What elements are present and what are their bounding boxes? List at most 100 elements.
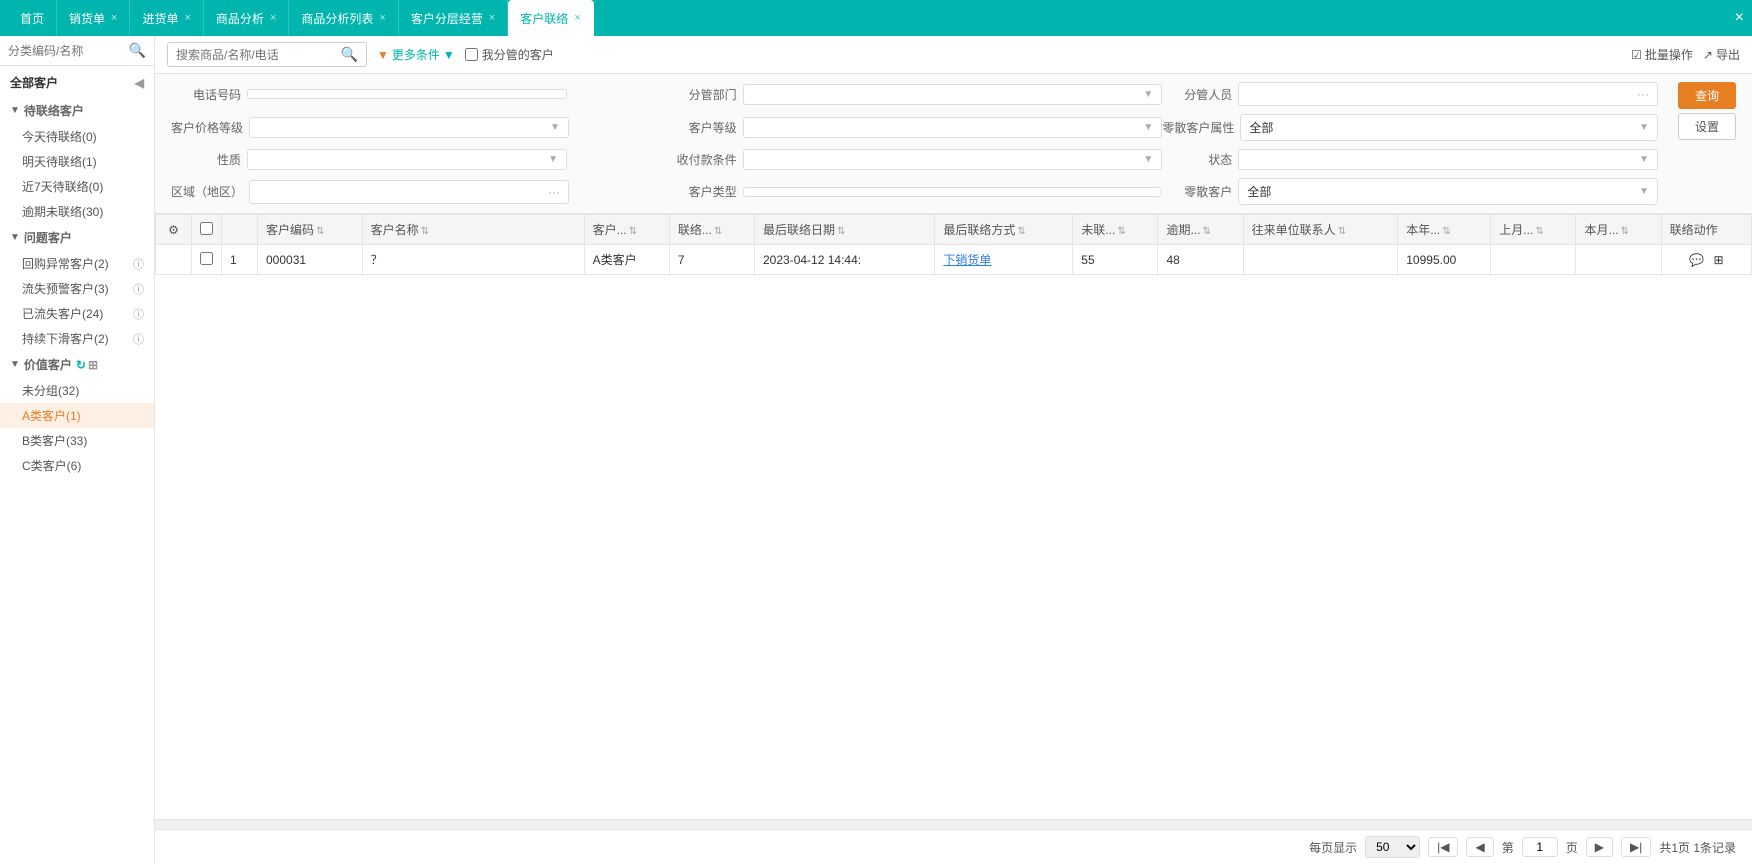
sidebar-item-class-c[interactable]: C类客户(6) xyxy=(0,453,154,478)
sidebar-item-unclassified[interactable]: 未分组(32) xyxy=(0,378,154,403)
col-name[interactable]: 客户名称⇅ xyxy=(362,215,584,245)
col-this-month[interactable]: 本月...⇅ xyxy=(1576,215,1661,245)
link-icon[interactable]: ⊞ xyxy=(1713,253,1723,267)
page-input[interactable] xyxy=(1522,837,1558,857)
col-overdue[interactable]: 逾期...⇅ xyxy=(1158,215,1243,245)
section-pending-contact[interactable]: ▼ 待联络客户 xyxy=(0,97,154,124)
info-icon-3: ⓘ xyxy=(133,306,144,322)
sidebar-item-class-b[interactable]: B类客户(33) xyxy=(0,428,154,453)
sidebar-collapse-icon[interactable]: ◀ xyxy=(135,76,144,90)
my-customers-check-input[interactable] xyxy=(465,48,478,61)
section-pending-arrow: ▼ xyxy=(10,105,20,116)
refresh-icon[interactable]: ↻ xyxy=(76,358,86,372)
customer-type-input[interactable] xyxy=(743,187,1163,197)
main-layout: 🔍 全部客户 ◀ ▼ 待联络客户 今天待联络(0) 明天待联络(1) 近7天待联… xyxy=(0,36,1752,864)
add-group-icon[interactable]: ⊞ xyxy=(88,358,98,372)
filter-search-input[interactable] xyxy=(176,48,341,62)
cell-checkbox[interactable] xyxy=(192,245,222,275)
close-product-list-icon[interactable]: × xyxy=(379,12,385,24)
col-last-month[interactable]: 上月...⇅ xyxy=(1491,215,1576,245)
nav-tab-sales[interactable]: 销货单 × xyxy=(57,0,130,36)
sidebar-search-input[interactable] xyxy=(8,44,129,58)
settings-button[interactable]: 设置 xyxy=(1678,113,1736,140)
nav-tab-product-analysis[interactable]: 商品分析 × xyxy=(204,0,289,36)
close-all-icon[interactable]: × xyxy=(1735,9,1744,27)
chat-icon[interactable]: 💬 xyxy=(1689,253,1704,267)
table-body: 1 000031 ？ A类客户 7 2023-04-12 14:44: 下销货单… xyxy=(156,245,1752,275)
cell-action[interactable]: 💬 ⊞ xyxy=(1661,245,1751,275)
phone-input[interactable] xyxy=(247,89,567,99)
export-btn[interactable]: ↗ 导出 xyxy=(1703,46,1740,63)
col-contact[interactable]: 联络...⇅ xyxy=(669,215,754,245)
table-row: 1 000031 ？ A类客户 7 2023-04-12 14:44: 下销货单… xyxy=(156,245,1752,275)
sidebar-item-class-a[interactable]: A类客户(1) xyxy=(0,403,154,428)
filter-search-box[interactable]: 🔍 xyxy=(167,42,367,67)
sidebar-item-today[interactable]: 今天待联络(0) xyxy=(0,124,154,149)
row-checkbox[interactable] xyxy=(200,252,213,265)
sidebar-search[interactable]: 🔍 xyxy=(0,36,154,66)
person-input[interactable]: ··· xyxy=(1238,82,1658,106)
table-header-row: ⚙ 客户编码⇅ 客户名称⇅ 客户...⇅ 联络...⇅ 最后联络日期⇅ 最后联络… xyxy=(156,215,1752,245)
col-last-method[interactable]: 最后联络方式⇅ xyxy=(935,215,1073,245)
sidebar-item-7days[interactable]: 近7天待联络(0) xyxy=(0,174,154,199)
sort-this-year-icon: ⇅ xyxy=(1442,226,1450,237)
all-customers-label: 全部客户 xyxy=(10,74,58,91)
col-type[interactable]: 客户...⇅ xyxy=(584,215,669,245)
col-checkbox[interactable] xyxy=(192,215,222,245)
sidebar-item-class-b-label: B类客户(33) xyxy=(22,432,87,449)
sidebar-item-churn-warning[interactable]: 流失预警客户(3) ⓘ xyxy=(0,276,154,301)
col-gear[interactable]: ⚙ xyxy=(156,215,192,245)
info-icon-4: ⓘ xyxy=(133,331,144,347)
col-code[interactable]: 客户编码⇅ xyxy=(258,215,363,245)
sidebar-item-tomorrow[interactable]: 明天待联络(1) xyxy=(0,149,154,174)
cell-last-method[interactable]: 下销货单 xyxy=(935,245,1073,275)
sidebar-item-declining[interactable]: 持续下滑客户(2) ⓘ xyxy=(0,326,154,351)
status-input[interactable]: ▼ xyxy=(1238,149,1658,170)
close-customer-mgmt-icon[interactable]: × xyxy=(489,12,495,24)
last-page-btn[interactable]: ▶| xyxy=(1621,837,1651,857)
section-problem-customers[interactable]: ▼ 问题客户 xyxy=(0,224,154,251)
filter-more-arrow: ▼ xyxy=(443,48,455,62)
nav-tab-purchase[interactable]: 进货单 × xyxy=(130,0,203,36)
customer-grade-input[interactable]: ▼ xyxy=(743,117,1163,138)
cell-code: 000031 xyxy=(258,245,363,275)
nav-tab-product-list[interactable]: 商品分析列表 × xyxy=(289,0,398,36)
col-contact-person[interactable]: 往来单位联系人⇅ xyxy=(1243,215,1398,245)
close-sales-icon[interactable]: × xyxy=(111,12,117,24)
last-method-link[interactable]: 下销货单 xyxy=(943,253,991,267)
table-area: ⚙ 客户编码⇅ 客户名称⇅ 客户...⇅ 联络...⇅ 最后联络日期⇅ 最后联络… xyxy=(155,214,1752,819)
query-button[interactable]: 查询 xyxy=(1678,82,1736,109)
col-unlink[interactable]: 未联...⇅ xyxy=(1073,215,1158,245)
sidebar-search-icon[interactable]: 🔍 xyxy=(129,42,146,59)
h-scrollbar[interactable] xyxy=(155,819,1752,829)
price-grade-input[interactable]: ▼ xyxy=(249,117,569,138)
col-this-year[interactable]: 本年...⇅ xyxy=(1398,215,1491,245)
region-input[interactable]: ··· xyxy=(249,180,569,204)
nav-tab-customer-mgmt[interactable]: 客户分层经营 × xyxy=(399,0,508,36)
retail-attr-input[interactable]: 全部 ▼ xyxy=(1240,114,1658,141)
select-all-checkbox[interactable] xyxy=(200,222,213,235)
nav-tab-customer-contact[interactable]: 客户联络 × xyxy=(508,0,593,36)
per-page-select[interactable]: 50 100 200 xyxy=(1365,836,1420,858)
nav-tab-home[interactable]: 首页 xyxy=(8,0,57,36)
close-purchase-icon[interactable]: × xyxy=(184,12,190,24)
prev-page-btn[interactable]: ◀ xyxy=(1466,837,1493,857)
nature-input[interactable]: ▼ xyxy=(247,149,567,170)
my-customers-checkbox[interactable]: 我分管的客户 xyxy=(465,46,554,63)
close-customer-contact-icon[interactable]: × xyxy=(574,12,580,24)
retail-customer-input[interactable]: 全部 ▼ xyxy=(1238,178,1658,205)
next-page-btn[interactable]: ▶ xyxy=(1586,837,1613,857)
filter-more-btn[interactable]: ▼ 更多条件 ▼ xyxy=(377,46,455,63)
sidebar-item-repurchase-label: 回购异常客户(2) xyxy=(22,255,109,272)
payment-input[interactable]: ▼ xyxy=(743,149,1163,170)
dept-input[interactable]: ▼ xyxy=(743,84,1163,105)
batch-op-btn[interactable]: ☑ 批量操作 xyxy=(1631,46,1693,63)
filter-field-nature: 性质 ▼ xyxy=(171,149,667,170)
close-product-analysis-icon[interactable]: × xyxy=(270,12,276,24)
sidebar-item-churned[interactable]: 已流失客户(24) ⓘ xyxy=(0,301,154,326)
first-page-btn[interactable]: |◀ xyxy=(1428,837,1458,857)
sidebar-item-repurchase-anomaly[interactable]: 回购异常客户(2) ⓘ xyxy=(0,251,154,276)
sidebar-item-overdue[interactable]: 逾期未联络(30) xyxy=(0,199,154,224)
col-last-date[interactable]: 最后联络日期⇅ xyxy=(755,215,935,245)
section-value-customers[interactable]: ▼ 价值客户 ↻ ⊞ xyxy=(0,351,154,378)
